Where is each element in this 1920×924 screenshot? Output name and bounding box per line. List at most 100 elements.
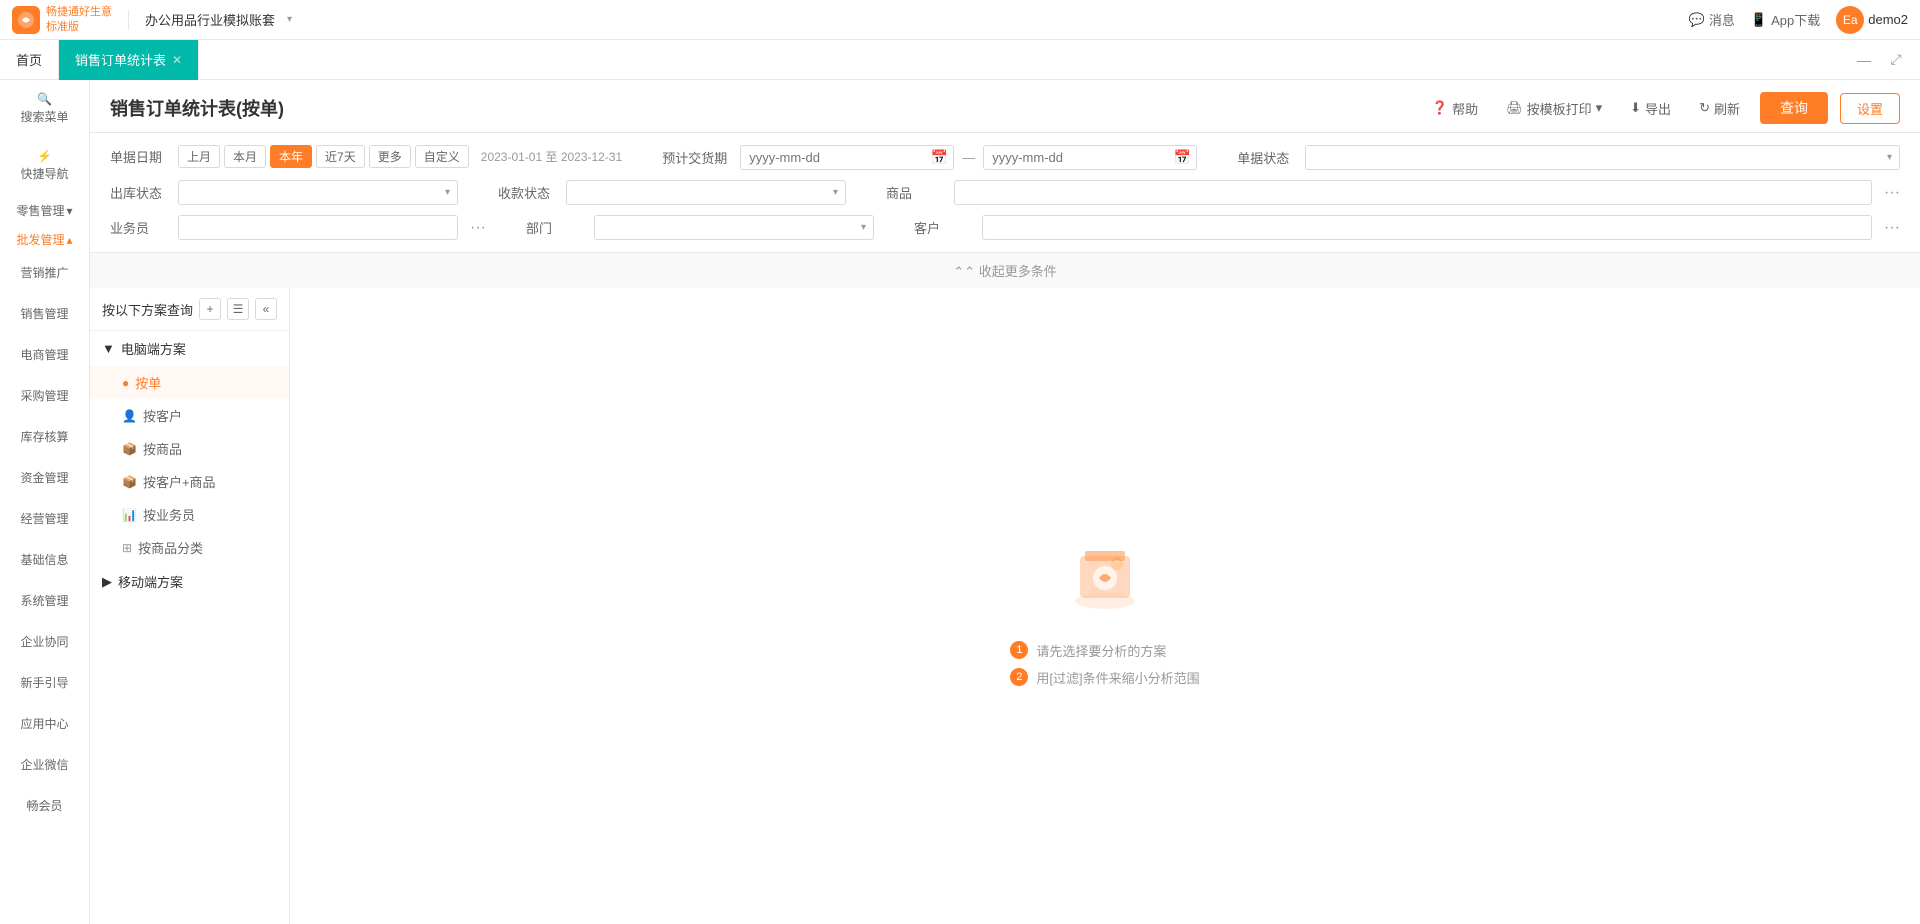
mobile-scheme-group-header[interactable]: ▶ 移动端方案	[90, 564, 289, 599]
department-select[interactable]	[594, 215, 874, 240]
filter-row-2: 出库状态 ▾ 收款状态 ▾	[90, 170, 1920, 205]
sidebar-item-basic[interactable]: 基础信息	[0, 539, 89, 580]
sidebar-item-system[interactable]: 系统管理	[0, 580, 89, 621]
scheme-item-by-order[interactable]: ● 按单	[90, 366, 289, 399]
department-wrapper: ▾	[594, 215, 874, 240]
date-separator: —	[962, 150, 975, 165]
message-button[interactable]: 💬 消息	[1689, 10, 1735, 29]
hint-num-2: 2	[1010, 668, 1028, 686]
help-button[interactable]: ❓ 帮助	[1424, 95, 1486, 122]
filter-area: 单据日期 上月 本月 本年 近7天 更多 自定义 2023-01-01 至 20…	[90, 133, 1920, 288]
sidebar-item-wholesale[interactable]: 批发管理 ▴	[0, 223, 89, 252]
scheme-item-by-customer[interactable]: 👤 按客户	[90, 399, 289, 432]
retail-arrow-icon: ▾	[66, 204, 72, 218]
export-button[interactable]: ⬇ 导出	[1622, 95, 1679, 122]
by-customer-icon: 👤	[122, 409, 137, 423]
customer-label: 客户	[914, 218, 974, 237]
collapse-panel-button[interactable]: «	[255, 298, 277, 320]
sidebar-item-operations[interactable]: 经营管理	[0, 498, 89, 539]
salesperson-input[interactable]	[178, 215, 458, 240]
date-custom-btn[interactable]: 自定义	[415, 145, 469, 168]
collapse-up-icon: ⌃⌃	[953, 264, 978, 279]
print-dropdown-icon: ▾	[1596, 100, 1603, 116]
calendar-start-icon[interactable]: 📅	[931, 149, 948, 166]
topbar: 畅捷通好生意 标准版 办公用品行业模拟账套 ▾ 💬 消息 📱 App下载 Ea …	[0, 0, 1920, 40]
sidebar-item-ecommerce[interactable]: 电商管理	[0, 334, 89, 375]
sidebar-item-newbie[interactable]: 新手引导	[0, 662, 89, 703]
scheme-item-by-salesperson[interactable]: 📊 按业务员	[90, 498, 289, 531]
topbar-divider	[128, 10, 129, 30]
product-more-icon[interactable]: ···	[1884, 184, 1900, 202]
tab-close-icon[interactable]: ✕	[172, 53, 182, 67]
wholesale-arrow-icon: ▴	[66, 233, 72, 247]
date-filter-group: 单据日期 上月 本月 本年 近7天 更多 自定义 2023-01-01 至 20…	[110, 145, 622, 168]
date-this-year-btn[interactable]: 本年	[270, 145, 312, 168]
tab-home-label: 首页	[16, 50, 42, 69]
expected-start-input[interactable]	[740, 145, 954, 170]
by-product-category-icon: ⊞	[122, 541, 132, 555]
query-button[interactable]: 查询	[1760, 92, 1828, 124]
customer-input[interactable]	[982, 215, 1872, 240]
payment-status-select[interactable]	[566, 180, 846, 205]
empty-state: 1 请先选择要分析的方案 2 用[过滤]条件来缩小分析范围	[290, 288, 1920, 924]
calendar-end-icon[interactable]: 📅	[1174, 149, 1191, 166]
sidebar-item-inventory[interactable]: 库存核算	[0, 416, 89, 457]
user-profile[interactable]: Ea demo2	[1836, 6, 1908, 34]
refresh-button[interactable]: ↻ 刷新	[1691, 95, 1748, 122]
maximize-button[interactable]: ⤢	[1884, 48, 1908, 72]
pc-scheme-group-header[interactable]: ▼ 电脑端方案	[90, 331, 289, 366]
logo-icon	[12, 6, 40, 34]
app-title-dropdown-icon[interactable]: ▾	[287, 14, 292, 25]
order-status-label: 单据状态	[1237, 148, 1297, 167]
date-last-month-btn[interactable]: 上月	[178, 145, 220, 168]
sidebar-item-apps[interactable]: 应用中心	[0, 703, 89, 744]
department-label: 部门	[526, 218, 586, 237]
sidebar-item-enterprise[interactable]: 企业协同	[0, 621, 89, 662]
hint-num-1: 1	[1010, 641, 1028, 659]
scheme-item-by-product-category[interactable]: ⊞ 按商品分类	[90, 531, 289, 564]
order-status-group: 单据状态 ▾	[1237, 145, 1900, 170]
scheme-item-by-customer-product[interactable]: 📦 按客户+商品	[90, 465, 289, 498]
sidebar-item-purchase[interactable]: 采购管理	[0, 375, 89, 416]
delivery-status-select[interactable]	[178, 180, 458, 205]
scheme-section-pc: ▼ 电脑端方案 ● 按单 👤 按客户 📦 按商品	[90, 331, 289, 564]
scheme-item-by-product[interactable]: 📦 按商品	[90, 432, 289, 465]
left-panel: 按以下方案查询 + ☰ « ▼ 电脑端方案 ● 按单	[90, 288, 290, 924]
tab-home[interactable]: 首页	[0, 40, 59, 80]
sidebar-search[interactable]: 🔍 搜索菜单	[0, 80, 89, 137]
manage-scheme-button[interactable]: ☰	[227, 298, 249, 320]
product-label: 商品	[886, 183, 946, 202]
page-actions: ❓ 帮助 🖨 按模板打印 ▾ ⬇ 导出 ↻ 刷新 查询 设置	[1424, 92, 1900, 124]
date-this-month-btn[interactable]: 本月	[224, 145, 266, 168]
by-order-icon: ●	[122, 376, 129, 390]
sidebar-item-marketing[interactable]: 营销推广	[0, 252, 89, 293]
expected-end-wrapper: 📅	[983, 145, 1197, 170]
tab-sales-order-stats[interactable]: 销售订单统计表 ✕	[59, 40, 199, 80]
sidebar-item-sales[interactable]: 销售管理	[0, 293, 89, 334]
salesperson-more-icon[interactable]: ···	[470, 219, 486, 237]
sidebar-item-finance[interactable]: 资金管理	[0, 457, 89, 498]
order-status-select[interactable]	[1305, 145, 1900, 170]
product-input[interactable]	[954, 180, 1872, 205]
customer-more-icon[interactable]: ···	[1884, 219, 1900, 237]
collapse-bar[interactable]: ⌃⌃ 收起更多条件	[90, 252, 1920, 288]
date-7days-btn[interactable]: 近7天	[316, 145, 365, 168]
payment-status-group: 收款状态 ▾	[498, 180, 846, 205]
filter-row-3: 业务员 ··· 部门 ▾ 客户	[90, 205, 1920, 252]
add-scheme-button[interactable]: +	[199, 298, 221, 320]
empty-hint-2: 2 用[过滤]条件来缩小分析范围	[1010, 668, 1199, 687]
product-group: 商品 ···	[886, 180, 1900, 205]
sidebar-item-retail[interactable]: 零售管理 ▾	[0, 194, 89, 223]
salesperson-label: 业务员	[110, 218, 170, 237]
date-more-btn[interactable]: 更多	[369, 145, 411, 168]
app-download-button[interactable]: 📱 App下载	[1751, 10, 1820, 29]
topbar-left: 畅捷通好生意 标准版 办公用品行业模拟账套 ▾	[12, 5, 292, 34]
settings-button[interactable]: 设置	[1840, 93, 1900, 124]
print-button[interactable]: 🖨 按模板打印 ▾	[1498, 95, 1610, 122]
sidebar-item-wechat[interactable]: 企业微信	[0, 744, 89, 785]
expected-end-input[interactable]	[983, 145, 1197, 170]
sidebar-shortcut[interactable]: ⚡ 快捷导航	[0, 137, 89, 194]
sidebar-item-member[interactable]: 畅会员	[0, 785, 89, 826]
minimize-button[interactable]: —	[1852, 48, 1876, 72]
print-icon: 🖨	[1506, 100, 1523, 116]
